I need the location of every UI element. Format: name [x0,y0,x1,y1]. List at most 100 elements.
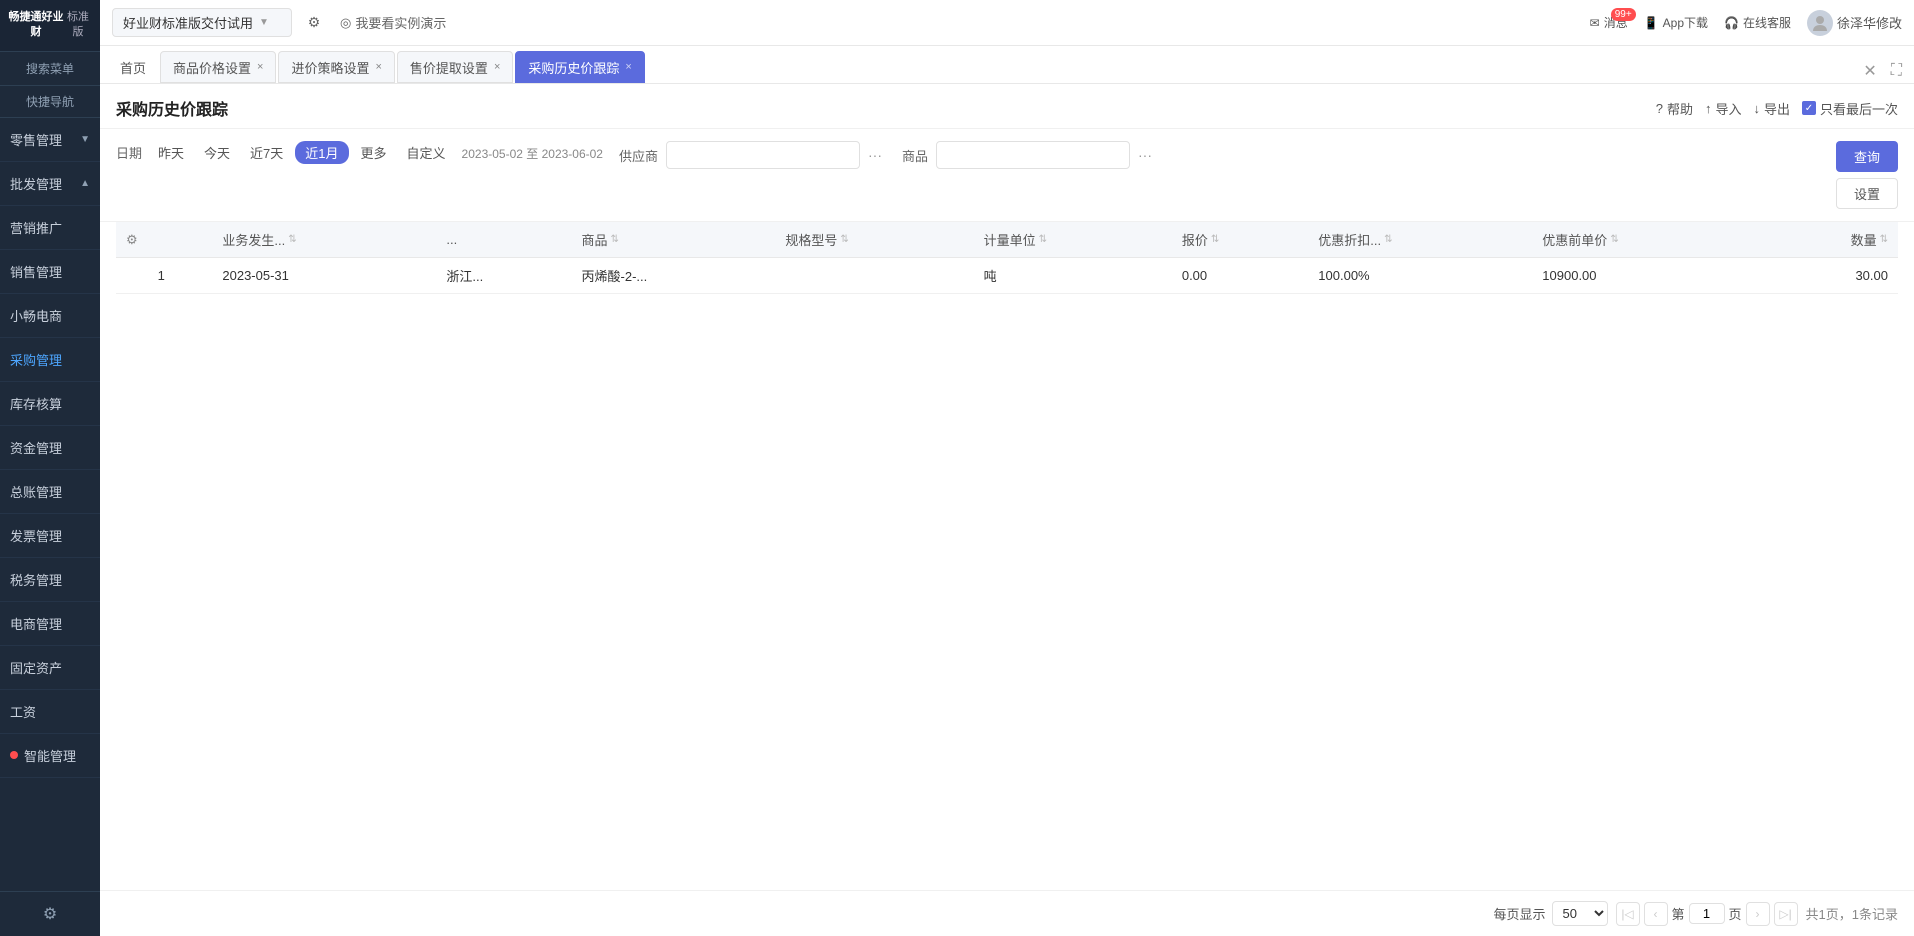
supplier-input[interactable] [666,141,860,169]
tab-price[interactable]: 商品价格设置 × [160,51,276,83]
sidebar: 畅捷通好业财 标准版 搜索菜单 快捷导航 零售管理 ▼ 批发管理 ▲ 营销推广 … [0,0,100,936]
date-options: 昨天 今天 近7天 近1月 更多 自定义 [150,141,454,164]
first-page-button[interactable]: |◁ [1616,902,1640,926]
column-date[interactable]: 业务发生... ⇅ [212,222,436,258]
column-quantity-label: 数量 [1851,230,1877,249]
tab-sale-price[interactable]: 售价提取设置 × [397,51,513,83]
sidebar-item-salary[interactable]: 工资 [0,690,100,734]
tab-home[interactable]: 首页 [108,51,158,83]
username-label: 徐泽华修改 [1837,13,1902,32]
page-title: 采购历史价跟踪 [116,96,228,120]
tab-history-price-label: 采购历史价跟踪 [528,58,619,77]
last-page-button[interactable]: ▷| [1774,902,1798,926]
demo-button[interactable]: ◎ 我要看实例演示 [340,13,446,32]
page-number-input[interactable] [1689,903,1725,924]
sidebar-item-sales[interactable]: 销售管理 [0,250,100,294]
supplier-input-wrap: ··· [666,141,886,169]
tab-bar: 首页 商品价格设置 × 进价策略设置 × 售价提取设置 × 采购历史价跟踪 × … [100,46,1914,84]
column-discount-label: 优惠折扣... [1318,230,1381,249]
tab-sale-price-close-icon[interactable]: × [494,61,500,73]
sidebar-item-marketing[interactable]: 营销推广 [0,206,100,250]
date-more-btn[interactable]: 更多 [353,141,395,164]
product-input-wrap: ··· [936,141,1156,169]
app-download-button[interactable]: 📱 App下载 [1644,14,1708,31]
quick-nav[interactable]: 快捷导航 [0,86,100,118]
query-button[interactable]: 查询 [1836,141,1898,172]
column-unit[interactable]: 计量单位 ⇅ [974,222,1172,258]
sidebar-item-label: 税务管理 [10,570,62,589]
page-unit-label: 页 [1729,904,1742,923]
per-page-select[interactable]: 50 100 200 [1552,901,1608,926]
topbar-settings-button[interactable]: ⚙ [300,9,328,37]
sidebar-item-inventory[interactable]: 库存核算 [0,382,100,426]
column-gear[interactable]: ⚙ [116,222,148,258]
user-profile[interactable]: 徐泽华修改 [1807,10,1902,36]
tab-history-price[interactable]: 采购历史价跟踪 × [515,51,644,83]
sidebar-item-finance[interactable]: 资金管理 [0,426,100,470]
supplier-dots[interactable]: ··· [864,147,886,163]
sidebar-item-smart[interactable]: 智能管理 [0,734,100,778]
tab-price-close-icon[interactable]: × [257,61,263,73]
collapse-icon[interactable]: ✕ [1859,59,1880,83]
sidebar-item-retail[interactable]: 零售管理 ▼ [0,118,100,162]
page-nav: |◁ ‹ 第 页 › ▷| [1616,902,1798,926]
sidebar-item-tax[interactable]: 税务管理 [0,558,100,602]
column-product[interactable]: 商品 ⇅ [572,222,776,258]
version-selector[interactable]: 好业财标准版交付试用 ▼ [112,8,292,37]
prev-page-button[interactable]: ‹ [1644,902,1668,926]
sidebar-item-label: 智能管理 [24,746,76,765]
sidebar-item-ledger[interactable]: 总账管理 [0,470,100,514]
column-quantity[interactable]: 数量 ⇅ [1761,222,1898,258]
date-filter-label: 日期 [116,143,142,162]
tab-home-label: 首页 [120,58,146,77]
sidebar-item-ecommerce-small[interactable]: 小畅电商 [0,294,100,338]
import-button[interactable]: ↑ 导入 [1705,99,1742,118]
sidebar-item-ecommerce[interactable]: 电商管理 [0,602,100,646]
product-dots[interactable]: ··· [1134,147,1156,163]
table-gear-icon: ⚙ [126,232,138,247]
sidebar-item-label: 资金管理 [10,438,62,457]
sidebar-item-invoice[interactable]: 发票管理 [0,514,100,558]
only-last-checkbox[interactable]: ✓ 只看最后一次 [1802,99,1898,118]
column-spec[interactable]: 规格型号 ⇅ [775,222,973,258]
version-label: 好业财标准版交付试用 [123,13,253,32]
date-custom-btn[interactable]: 自定义 [399,141,454,164]
sidebar-item-assets[interactable]: 固定资产 [0,646,100,690]
tab-history-price-close-icon[interactable]: × [625,61,631,73]
column-discount[interactable]: 优惠折扣... ⇅ [1308,222,1532,258]
row-product: 丙烯酸-2-... [572,258,776,294]
row-gear [116,258,148,294]
date-today-btn[interactable]: 今天 [196,141,238,164]
message-button[interactable]: ✉ 消息 99+ [1590,14,1628,31]
tab-purchase-strategy[interactable]: 进价策略设置 × [278,51,394,83]
chevron-up-icon: ▲ [80,178,90,189]
next-page-button[interactable]: › [1746,902,1770,926]
tab-purchase-strategy-close-icon[interactable]: × [375,61,381,73]
column-more[interactable]: ... [436,222,571,258]
sort-price-before-icon: ⇅ [1610,234,1618,245]
filter-settings-button[interactable]: 设置 [1836,178,1898,209]
sidebar-item-purchase[interactable]: 采购管理 [0,338,100,382]
date-last1m-btn[interactable]: 近1月 [295,141,348,164]
date-yesterday-btn[interactable]: 昨天 [150,141,192,164]
column-price[interactable]: 报价 ⇅ [1172,222,1308,258]
sidebar-item-label: 采购管理 [10,350,62,369]
row-price: 0.00 [1172,258,1308,294]
page-actions: ? 帮助 ↑ 导入 ↓ 导出 ✓ 只看最后一次 [1656,99,1898,118]
sort-unit-icon: ⇅ [1039,234,1047,245]
fullscreen-icon[interactable]: ⛶ [1887,60,1906,82]
help-button[interactable]: ? 帮助 [1656,99,1693,118]
search-menu[interactable]: 搜索菜单 [0,52,100,86]
sort-quantity-icon: ⇅ [1880,234,1888,245]
export-button[interactable]: ↓ 导出 [1753,99,1790,118]
online-service-button[interactable]: 🎧 在线客服 [1724,14,1791,31]
date-last7-btn[interactable]: 近7天 [242,141,291,164]
product-input[interactable] [936,141,1130,169]
app-download-label: App下载 [1663,14,1708,31]
settings-gear-icon[interactable]: ⚙ [43,906,57,923]
sidebar-item-wholesale[interactable]: 批发管理 ▲ [0,162,100,206]
column-price-before[interactable]: 优惠前单价 ⇅ [1532,222,1761,258]
message-icon: ✉ [1590,16,1600,30]
sidebar-item-label: 工资 [10,702,36,721]
demo-label: 我要看实例演示 [355,13,446,32]
